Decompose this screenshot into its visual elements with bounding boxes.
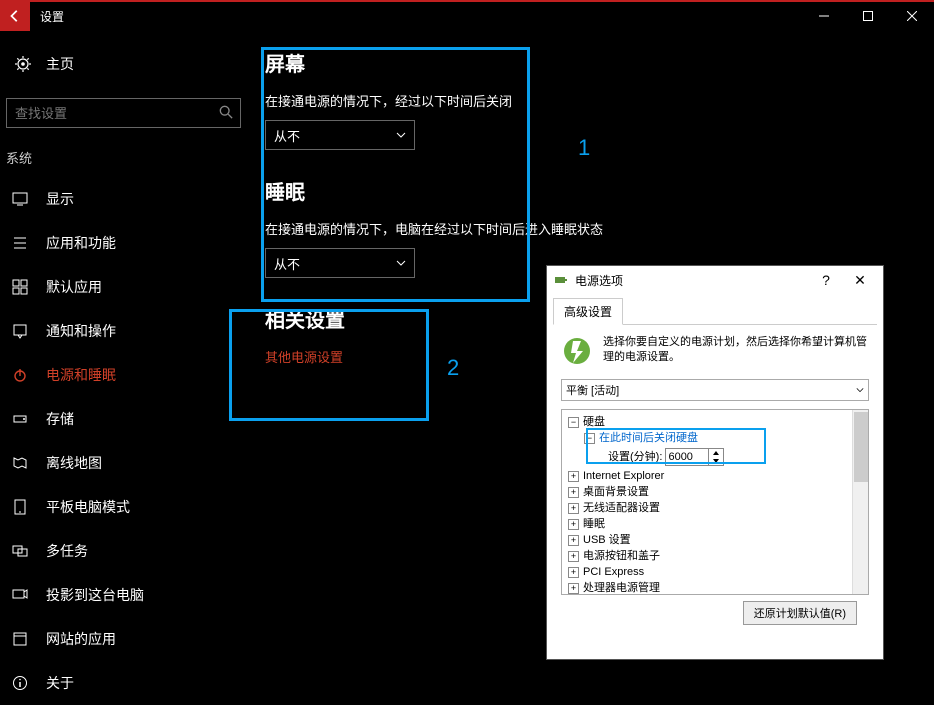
dialog-help-button[interactable]: ? bbox=[809, 269, 843, 291]
screen-desc: 在接通电源的情况下，经过以下时间后关闭 bbox=[265, 91, 934, 110]
list-icon bbox=[10, 235, 30, 251]
group-label: 系统 bbox=[0, 144, 255, 177]
expand-toggle[interactable]: + bbox=[568, 535, 579, 546]
nav-tablet-mode[interactable]: 平板电脑模式 bbox=[0, 485, 255, 529]
home-link[interactable]: 主页 bbox=[0, 44, 255, 84]
window-title: 设置 bbox=[40, 8, 64, 25]
dialog-titlebar: 电源选项 ? ✕ bbox=[547, 266, 883, 294]
storage-icon bbox=[10, 411, 30, 427]
tree-scrollbar[interactable] bbox=[852, 410, 868, 594]
chevron-down-icon bbox=[396, 258, 406, 268]
settings-tree[interactable]: −硬盘 −在此时间后关闭硬盘 设置(分钟): +Internet Explore… bbox=[561, 409, 869, 595]
restore-defaults-button[interactable]: 还原计划默认值(R) bbox=[743, 601, 857, 625]
dialog-title: 电源选项 bbox=[575, 272, 809, 289]
spinner-up[interactable] bbox=[709, 449, 723, 457]
sidebar: 主页 系统 显示 应用和功能 默认应用 通知和操作 电源和睡眠 bbox=[0, 30, 255, 661]
map-icon bbox=[10, 455, 30, 471]
nav-notifications[interactable]: 通知和操作 bbox=[0, 309, 255, 353]
chevron-down-icon bbox=[856, 386, 864, 394]
minutes-input[interactable] bbox=[666, 451, 708, 463]
screen-title: 屏幕 bbox=[265, 48, 934, 77]
expand-toggle[interactable]: + bbox=[568, 583, 579, 594]
minimize-button[interactable] bbox=[802, 1, 846, 31]
expand-toggle[interactable]: + bbox=[568, 519, 579, 530]
tab-advanced[interactable]: 高级设置 bbox=[553, 298, 623, 325]
nav-about[interactable]: 关于 bbox=[0, 661, 255, 705]
minutes-spinner[interactable] bbox=[665, 448, 724, 466]
nav-apps[interactable]: 应用和功能 bbox=[0, 221, 255, 265]
close-button[interactable] bbox=[890, 1, 934, 31]
multitask-icon bbox=[10, 543, 30, 559]
expand-toggle[interactable]: + bbox=[568, 567, 579, 578]
screen-section: 屏幕 在接通电源的情况下，经过以下时间后关闭 从不 bbox=[265, 48, 934, 150]
notification-icon bbox=[10, 323, 30, 339]
collapse-toggle[interactable]: − bbox=[568, 417, 579, 428]
sleep-title: 睡眠 bbox=[265, 176, 934, 205]
battery-icon bbox=[553, 272, 569, 288]
power-options-dialog: 电源选项 ? ✕ 高级设置 选择你要自定义的电源计划，然后选择你希望计算机管理的… bbox=[546, 265, 884, 660]
dialog-intro-text: 选择你要自定义的电源计划，然后选择你希望计算机管理的电源设置。 bbox=[603, 335, 869, 367]
nav-multitask[interactable]: 多任务 bbox=[0, 529, 255, 573]
chevron-down-icon bbox=[396, 130, 406, 140]
dialog-close-button[interactable]: ✕ bbox=[843, 269, 877, 291]
nav-display[interactable]: 显示 bbox=[0, 177, 255, 221]
home-label: 主页 bbox=[46, 54, 74, 74]
spinner-down[interactable] bbox=[709, 457, 723, 465]
project-icon bbox=[10, 587, 30, 603]
gear-icon bbox=[14, 56, 32, 72]
maximize-button[interactable] bbox=[846, 1, 890, 31]
expand-toggle[interactable]: + bbox=[568, 551, 579, 562]
nav-website-apps[interactable]: 网站的应用 bbox=[0, 617, 255, 661]
collapse-toggle[interactable]: − bbox=[584, 433, 595, 444]
grid-icon bbox=[10, 279, 30, 295]
tablet-icon bbox=[10, 499, 30, 515]
power-plan-icon bbox=[561, 335, 593, 367]
nav-project[interactable]: 投影到这台电脑 bbox=[0, 573, 255, 617]
nav-offline-maps[interactable]: 离线地图 bbox=[0, 441, 255, 485]
expand-toggle[interactable]: + bbox=[568, 503, 579, 514]
power-plan-select[interactable]: 平衡 [活动] bbox=[561, 379, 869, 401]
nav-power-sleep[interactable]: 电源和睡眠 bbox=[0, 353, 255, 397]
info-icon bbox=[10, 675, 30, 691]
screen-dropdown[interactable]: 从不 bbox=[265, 120, 415, 150]
back-button[interactable] bbox=[0, 1, 30, 31]
sleep-desc: 在接通电源的情况下，电脑在经过以下时间后进入睡眠状态 bbox=[265, 219, 934, 238]
power-icon bbox=[10, 367, 30, 383]
sleep-section: 睡眠 在接通电源的情况下，电脑在经过以下时间后进入睡眠状态 从不 bbox=[265, 176, 934, 278]
website-icon bbox=[10, 631, 30, 647]
nav-storage[interactable]: 存储 bbox=[0, 397, 255, 441]
nav-default-apps[interactable]: 默认应用 bbox=[0, 265, 255, 309]
sleep-dropdown[interactable]: 从不 bbox=[265, 248, 415, 278]
expand-toggle[interactable]: + bbox=[568, 471, 579, 482]
search-icon bbox=[219, 105, 233, 124]
monitor-icon bbox=[10, 191, 30, 207]
expand-toggle[interactable]: + bbox=[568, 487, 579, 498]
search-input[interactable] bbox=[6, 98, 241, 128]
